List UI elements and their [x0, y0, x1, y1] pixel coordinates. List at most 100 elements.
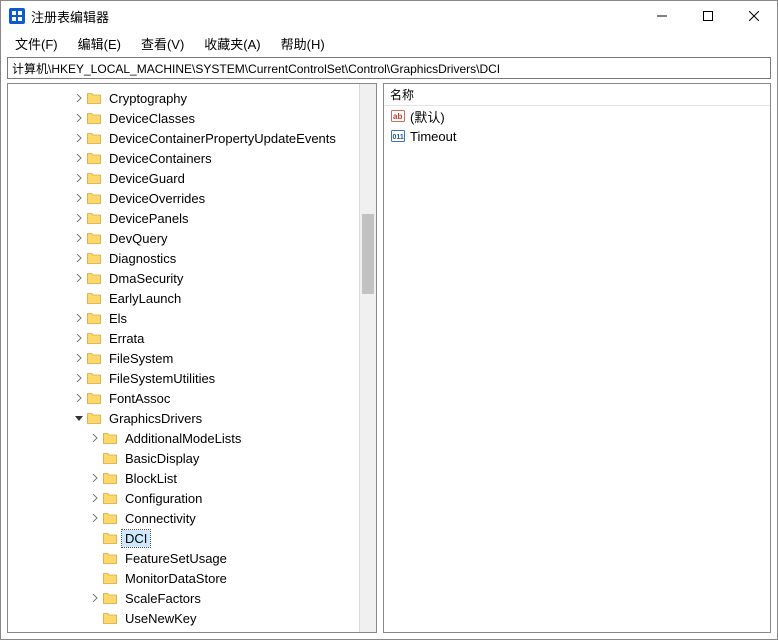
chevron-right-icon[interactable] [72, 331, 86, 345]
chevron-right-icon[interactable] [72, 191, 86, 205]
tree-node-label: DeviceClasses [106, 110, 198, 127]
tree-node-connectivity[interactable]: Connectivity [8, 508, 359, 528]
tree-node-basicdisplay[interactable]: BasicDisplay [8, 448, 359, 468]
tree-node-label: GraphicsDrivers [106, 410, 205, 427]
tree-node-label: BasicDisplay [122, 450, 202, 467]
chevron-right-icon[interactable] [72, 251, 86, 265]
chevron-down-icon[interactable] [72, 411, 86, 425]
tree-node-monitordatastore[interactable]: MonitorDataStore [8, 568, 359, 588]
tree-node-label: UseNewKey [122, 610, 200, 627]
close-button[interactable] [731, 1, 777, 31]
chevron-right-icon[interactable] [72, 231, 86, 245]
chevron-right-icon[interactable] [88, 591, 102, 605]
chevron-right-icon[interactable] [88, 491, 102, 505]
tree-scrollbar[interactable] [359, 84, 376, 632]
tree-node-dmasecurity[interactable]: DmaSecurity [8, 268, 359, 288]
maximize-button[interactable] [685, 1, 731, 31]
tree-pane: Cryptography DeviceClasses DeviceContainer… [7, 83, 377, 633]
tree-node-label: Els [106, 310, 130, 327]
chevron-right-icon[interactable] [72, 371, 86, 385]
address-bar[interactable]: 计算机\HKEY_LOCAL_MACHINE\SYSTEM\CurrentCon… [7, 57, 771, 79]
chevron-right-icon[interactable] [72, 271, 86, 285]
app-icon [9, 8, 25, 24]
chevron-right-icon[interactable] [72, 151, 86, 165]
tree-node-fontassoc[interactable]: FontAssoc [8, 388, 359, 408]
tree-node-scalefactors[interactable]: ScaleFactors [8, 588, 359, 608]
value-name: (默认) [410, 107, 445, 126]
value-row-timeout[interactable]: 011Timeout [384, 126, 770, 146]
tree-node-earlylaunch[interactable]: EarlyLaunch [8, 288, 359, 308]
tree-node-label: DmaSecurity [106, 270, 186, 287]
chevron-right-icon[interactable] [72, 351, 86, 365]
menu-view[interactable]: 查看(V) [135, 32, 190, 55]
tree-node-dci[interactable]: DCI [8, 528, 359, 548]
tree-node-label: DevicePanels [106, 210, 192, 227]
menu-help[interactable]: 帮助(H) [275, 32, 331, 55]
tree-node-deviceclasses[interactable]: DeviceClasses [8, 108, 359, 128]
tree-node-filesystemutilities[interactable]: FileSystemUtilities [8, 368, 359, 388]
tree-node-els[interactable]: Els [8, 308, 359, 328]
tree-node-devicecontainers[interactable]: DeviceContainers [8, 148, 359, 168]
tree-node-devicepanels[interactable]: DevicePanels [8, 208, 359, 228]
value-row-默认[interactable]: ab (默认) [384, 106, 770, 126]
values-header[interactable]: 名称 [384, 84, 770, 106]
tree-node-cryptography[interactable]: Cryptography [8, 88, 359, 108]
registry-editor-window: 注册表编辑器 文件(F) 编辑(E) 查看(V) 收藏夹(A) 帮助(H) 计算… [0, 0, 778, 640]
tree-node-usenewkey[interactable]: UseNewKey [8, 608, 359, 628]
tree-node-featuresetusage[interactable]: FeatureSetUsage [8, 548, 359, 568]
chevron-right-icon[interactable] [72, 131, 86, 145]
tree-node-label: Configuration [122, 490, 205, 507]
chevron-right-icon[interactable] [72, 91, 86, 105]
tree-node-label: Errata [106, 330, 147, 347]
chevron-right-icon[interactable] [72, 171, 86, 185]
tree-node-deviceguard[interactable]: DeviceGuard [8, 168, 359, 188]
tree-node-label: Cryptography [106, 90, 190, 107]
tree-node-label: BlockList [122, 470, 180, 487]
chevron-right-icon[interactable] [72, 311, 86, 325]
chevron-right-icon[interactable] [72, 111, 86, 125]
tree-node-label: FontAssoc [106, 390, 173, 407]
minimize-button[interactable] [639, 1, 685, 31]
col-name[interactable]: 名称 [384, 84, 420, 105]
tree-node-label: FileSystem [106, 350, 176, 367]
scrollbar-thumb[interactable] [362, 214, 374, 294]
menu-edit[interactable]: 编辑(E) [72, 32, 127, 55]
tree-node-label: DeviceContainerPropertyUpdateEvents [106, 130, 339, 147]
menu-file[interactable]: 文件(F) [9, 32, 64, 55]
chevron-right-icon[interactable] [72, 211, 86, 225]
tree-node-label: Diagnostics [106, 250, 179, 267]
tree-node-devquery[interactable]: DevQuery [8, 228, 359, 248]
menu-bar: 文件(F) 编辑(E) 查看(V) 收藏夹(A) 帮助(H) [1, 31, 777, 55]
title-bar: 注册表编辑器 [1, 1, 777, 31]
tree-node-errata[interactable]: Errata [8, 328, 359, 348]
tree-node-blocklist[interactable]: BlockList [8, 468, 359, 488]
tree-node-graphicsdrivers[interactable]: GraphicsDrivers [8, 408, 359, 428]
tree-node-diagnostics[interactable]: Diagnostics [8, 248, 359, 268]
tree-node-devicecontainerpropertyupdateevents[interactable]: DeviceContainerPropertyUpdateEvents [8, 128, 359, 148]
tree-node-label: DeviceOverrides [106, 190, 208, 207]
tree-node-deviceoverrides[interactable]: DeviceOverrides [8, 188, 359, 208]
tree-node-configuration[interactable]: Configuration [8, 488, 359, 508]
chevron-right-icon[interactable] [88, 431, 102, 445]
tree-node-label: ScaleFactors [122, 590, 204, 607]
chevron-right-icon[interactable] [88, 511, 102, 525]
address-text: 计算机\HKEY_LOCAL_MACHINE\SYSTEM\CurrentCon… [12, 60, 500, 77]
tree-node-label: EarlyLaunch [106, 290, 184, 307]
chevron-right-icon[interactable] [88, 471, 102, 485]
tree-node-label: Connectivity [122, 510, 199, 527]
value-name: Timeout [410, 129, 456, 144]
tree-node-label: FeatureSetUsage [122, 550, 230, 567]
svg-text:ab: ab [393, 112, 402, 121]
key-tree[interactable]: Cryptography DeviceClasses DeviceContainer… [8, 84, 359, 632]
tree-node-label: DeviceGuard [106, 170, 188, 187]
tree-node-label: DeviceContainers [106, 150, 215, 167]
values-pane: 名称 ab (默认)011Timeout [383, 83, 771, 633]
tree-node-filesystem[interactable]: FileSystem [8, 348, 359, 368]
chevron-right-icon[interactable] [72, 391, 86, 405]
menu-fav[interactable]: 收藏夹(A) [198, 32, 266, 55]
string-value-icon: ab [390, 108, 406, 124]
tree-node-additionalmodelists[interactable]: AdditionalModeLists [8, 428, 359, 448]
tree-node-label: FileSystemUtilities [106, 370, 218, 387]
tree-node-label: DCI [122, 530, 150, 547]
tree-node-label: DevQuery [106, 230, 171, 247]
